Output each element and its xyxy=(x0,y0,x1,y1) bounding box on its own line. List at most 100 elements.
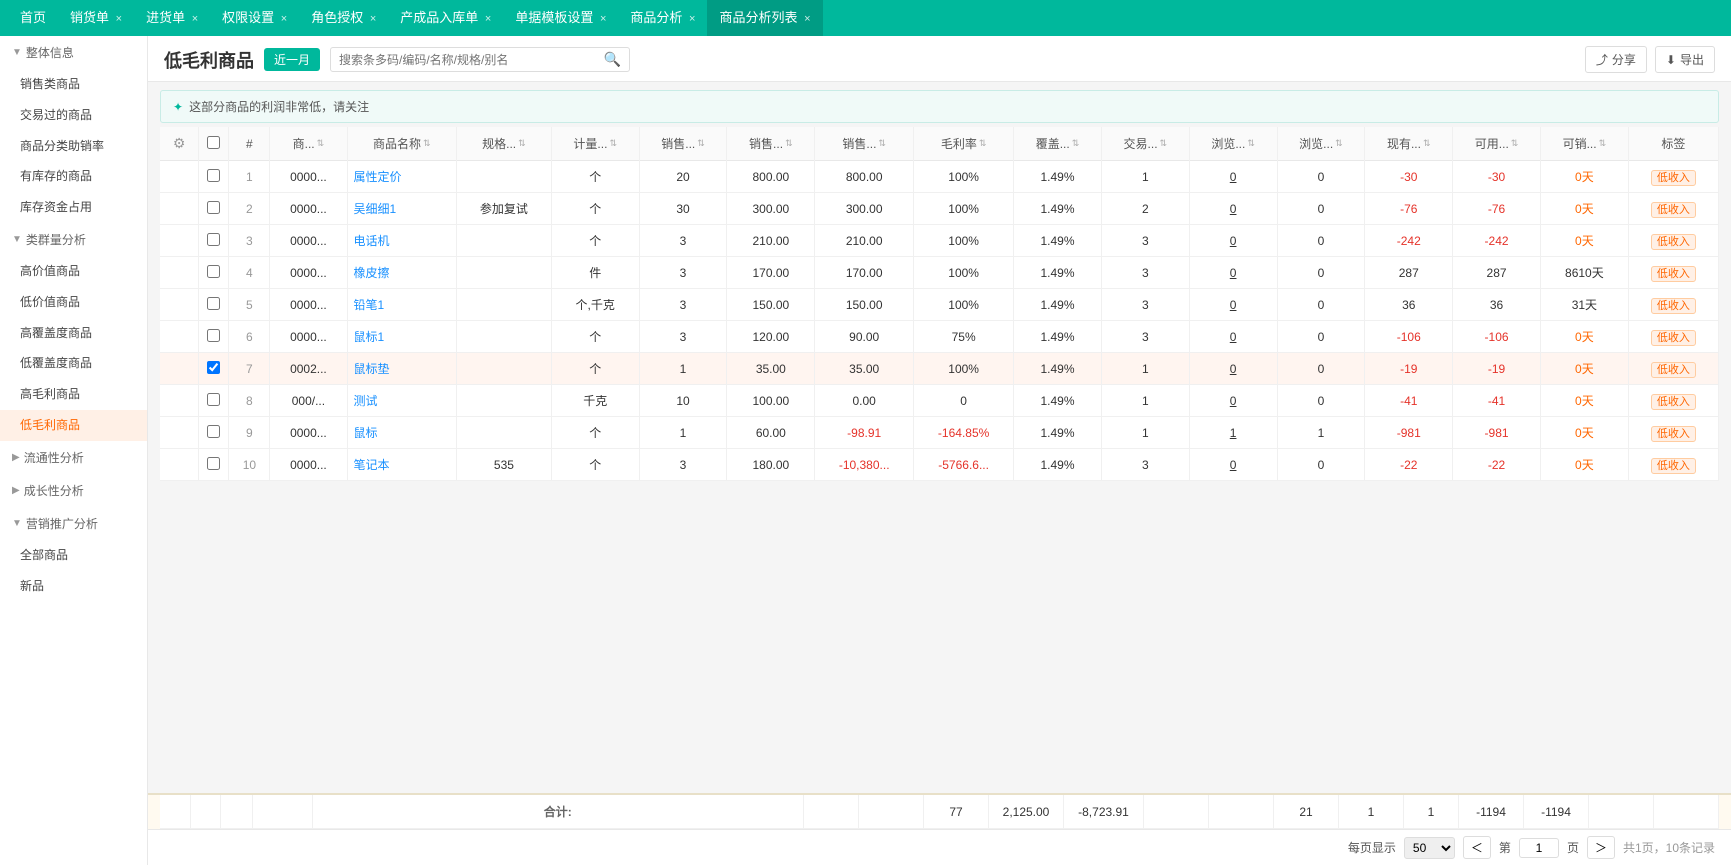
cell-checkbox[interactable] xyxy=(199,161,229,193)
col-view1[interactable]: 浏览...⇅ xyxy=(1189,127,1277,161)
col-settings[interactable]: ⚙ xyxy=(160,127,199,161)
cell-view1[interactable]: 0 xyxy=(1189,385,1277,417)
cell-checkbox[interactable] xyxy=(199,385,229,417)
cell-name[interactable]: 属性定价 xyxy=(347,161,457,193)
view1-link[interactable]: 0 xyxy=(1230,298,1237,312)
cell-checkbox[interactable] xyxy=(199,417,229,449)
cell-checkbox[interactable] xyxy=(199,449,229,481)
sidebar-group-marketing[interactable]: ▼ 营销推广分析 xyxy=(0,507,147,540)
nav-product-analysis-close[interactable]: × xyxy=(689,13,695,25)
col-available[interactable]: 可用...⇅ xyxy=(1453,127,1541,161)
row-checkbox[interactable] xyxy=(207,457,220,470)
sidebar-item-low-value[interactable]: 低价值商品 xyxy=(0,287,147,318)
cell-view1[interactable]: 0 xyxy=(1189,225,1277,257)
view1-link[interactable]: 0 xyxy=(1230,362,1237,376)
nav-permission[interactable]: 权限设置 × xyxy=(210,0,299,36)
nav-product-analysis-list-close[interactable]: × xyxy=(804,13,810,25)
col-trade[interactable]: 交易...⇅ xyxy=(1101,127,1189,161)
row-checkbox[interactable] xyxy=(207,425,220,438)
nav-template[interactable]: 单据模板设置 × xyxy=(503,0,618,36)
sidebar-item-high-margin[interactable]: 高毛利商品 xyxy=(0,379,147,410)
col-spec[interactable]: 规格...⇅ xyxy=(457,127,552,161)
col-checkbox[interactable] xyxy=(199,127,229,161)
col-sales-price[interactable]: 销售...⇅ xyxy=(727,127,815,161)
sidebar-group-growth[interactable]: ▶ 成长性分析 xyxy=(0,474,147,507)
export-button[interactable]: ⬇ 导出 xyxy=(1655,46,1715,73)
col-gross-rate[interactable]: 毛利率⇅ xyxy=(914,127,1014,161)
cell-name[interactable]: 鼠标1 xyxy=(347,321,457,353)
nav-product-entry-close[interactable]: × xyxy=(485,13,491,25)
sidebar-item-traded-products[interactable]: 交易过的商品 xyxy=(0,100,147,131)
cell-checkbox[interactable] xyxy=(199,353,229,385)
sidebar-item-high-value[interactable]: 高价值商品 xyxy=(0,256,147,287)
prev-page-button[interactable]: ＜ xyxy=(1463,836,1491,859)
sidebar-group-cluster[interactable]: ▼ 类群量分析 xyxy=(0,223,147,256)
page-input[interactable] xyxy=(1519,838,1559,858)
nav-product-analysis[interactable]: 商品分析 × xyxy=(618,0,707,36)
row-checkbox[interactable] xyxy=(207,169,220,182)
sidebar-item-stock-funds[interactable]: 库存资金占用 xyxy=(0,192,147,223)
row-checkbox[interactable] xyxy=(207,297,220,310)
settings-icon[interactable]: ⚙ xyxy=(173,135,186,151)
view1-link[interactable]: 1 xyxy=(1230,426,1237,440)
cell-checkbox[interactable] xyxy=(199,225,229,257)
sidebar-item-low-coverage[interactable]: 低覆盖度商品 xyxy=(0,348,147,379)
col-sales-amount[interactable]: 销售...⇅ xyxy=(815,127,914,161)
sidebar-item-high-coverage[interactable]: 高覆盖度商品 xyxy=(0,318,147,349)
cell-name[interactable]: 测试 xyxy=(347,385,457,417)
cell-name[interactable]: 笔记本 xyxy=(347,449,457,481)
cell-view1[interactable]: 0 xyxy=(1189,257,1277,289)
col-current[interactable]: 现有...⇅ xyxy=(1365,127,1453,161)
cell-view1[interactable]: 0 xyxy=(1189,353,1277,385)
cell-view1[interactable]: 0 xyxy=(1189,193,1277,225)
col-code[interactable]: 商...⇅ xyxy=(270,127,347,161)
view1-link[interactable]: 0 xyxy=(1230,458,1237,472)
search-input[interactable] xyxy=(339,53,604,67)
sidebar-item-in-stock[interactable]: 有库存的商品 xyxy=(0,161,147,192)
view1-link[interactable]: 0 xyxy=(1230,234,1237,248)
nav-home[interactable]: 首页 xyxy=(8,0,58,36)
row-checkbox[interactable] xyxy=(207,393,220,406)
col-name[interactable]: 商品名称⇅ xyxy=(347,127,457,161)
sidebar-item-all-products[interactable]: 全部商品 xyxy=(0,540,147,571)
cell-name[interactable]: 鼠标垫 xyxy=(347,353,457,385)
col-unit[interactable]: 计量...⇅ xyxy=(551,127,639,161)
sidebar-group-overall[interactable]: ▼ 整体信息 xyxy=(0,36,147,69)
view1-link[interactable]: 0 xyxy=(1230,170,1237,184)
nav-product-analysis-list[interactable]: 商品分析列表 × xyxy=(707,0,822,36)
cell-checkbox[interactable] xyxy=(199,193,229,225)
cell-view1[interactable]: 0 xyxy=(1189,321,1277,353)
col-view2[interactable]: 浏览...⇅ xyxy=(1277,127,1365,161)
search-icon[interactable]: 🔍 xyxy=(604,51,621,68)
cell-view1[interactable]: 0 xyxy=(1189,161,1277,193)
nav-purchase[interactable]: 进货单 × xyxy=(134,0,210,36)
table-wrapper[interactable]: ⚙ # 商...⇅ 商品名称⇅ 规格...⇅ 计量...⇅ 销售...⇅ 销售.… xyxy=(160,127,1719,793)
cell-name[interactable]: 电话机 xyxy=(347,225,457,257)
cell-view1[interactable]: 1 xyxy=(1189,417,1277,449)
cell-view1[interactable]: 0 xyxy=(1189,289,1277,321)
nav-role-close[interactable]: × xyxy=(370,13,376,25)
sidebar-item-sales-products[interactable]: 销售类商品 xyxy=(0,69,147,100)
share-button[interactable]: ⤴ 分享 xyxy=(1585,46,1647,73)
cell-checkbox[interactable] xyxy=(199,257,229,289)
next-page-button[interactable]: ＞ xyxy=(1587,836,1615,859)
col-sellable[interactable]: 可销...⇅ xyxy=(1540,127,1628,161)
cell-name[interactable]: 吴细细1 xyxy=(347,193,457,225)
nav-purchase-close[interactable]: × xyxy=(192,13,198,25)
view1-link[interactable]: 0 xyxy=(1230,330,1237,344)
row-checkbox[interactable] xyxy=(207,233,220,246)
cell-checkbox[interactable] xyxy=(199,321,229,353)
col-cover-rate[interactable]: 覆盖...⇅ xyxy=(1014,127,1102,161)
nav-sales[interactable]: 销货单 × xyxy=(58,0,134,36)
row-checkbox[interactable] xyxy=(207,201,220,214)
row-checkbox[interactable] xyxy=(207,361,220,374)
nav-sales-close[interactable]: × xyxy=(116,13,122,25)
sidebar-group-flow[interactable]: ▶ 流通性分析 xyxy=(0,441,147,474)
view1-link[interactable]: 0 xyxy=(1230,202,1237,216)
cell-name[interactable]: 铅笔1 xyxy=(347,289,457,321)
per-page-select[interactable]: 50 100 200 xyxy=(1404,837,1455,859)
sidebar-item-low-margin[interactable]: 低毛利商品 xyxy=(0,410,147,441)
sidebar-item-category-rate[interactable]: 商品分类助销率 xyxy=(0,131,147,162)
nav-template-close[interactable]: × xyxy=(600,13,606,25)
select-all-checkbox[interactable] xyxy=(207,136,220,149)
